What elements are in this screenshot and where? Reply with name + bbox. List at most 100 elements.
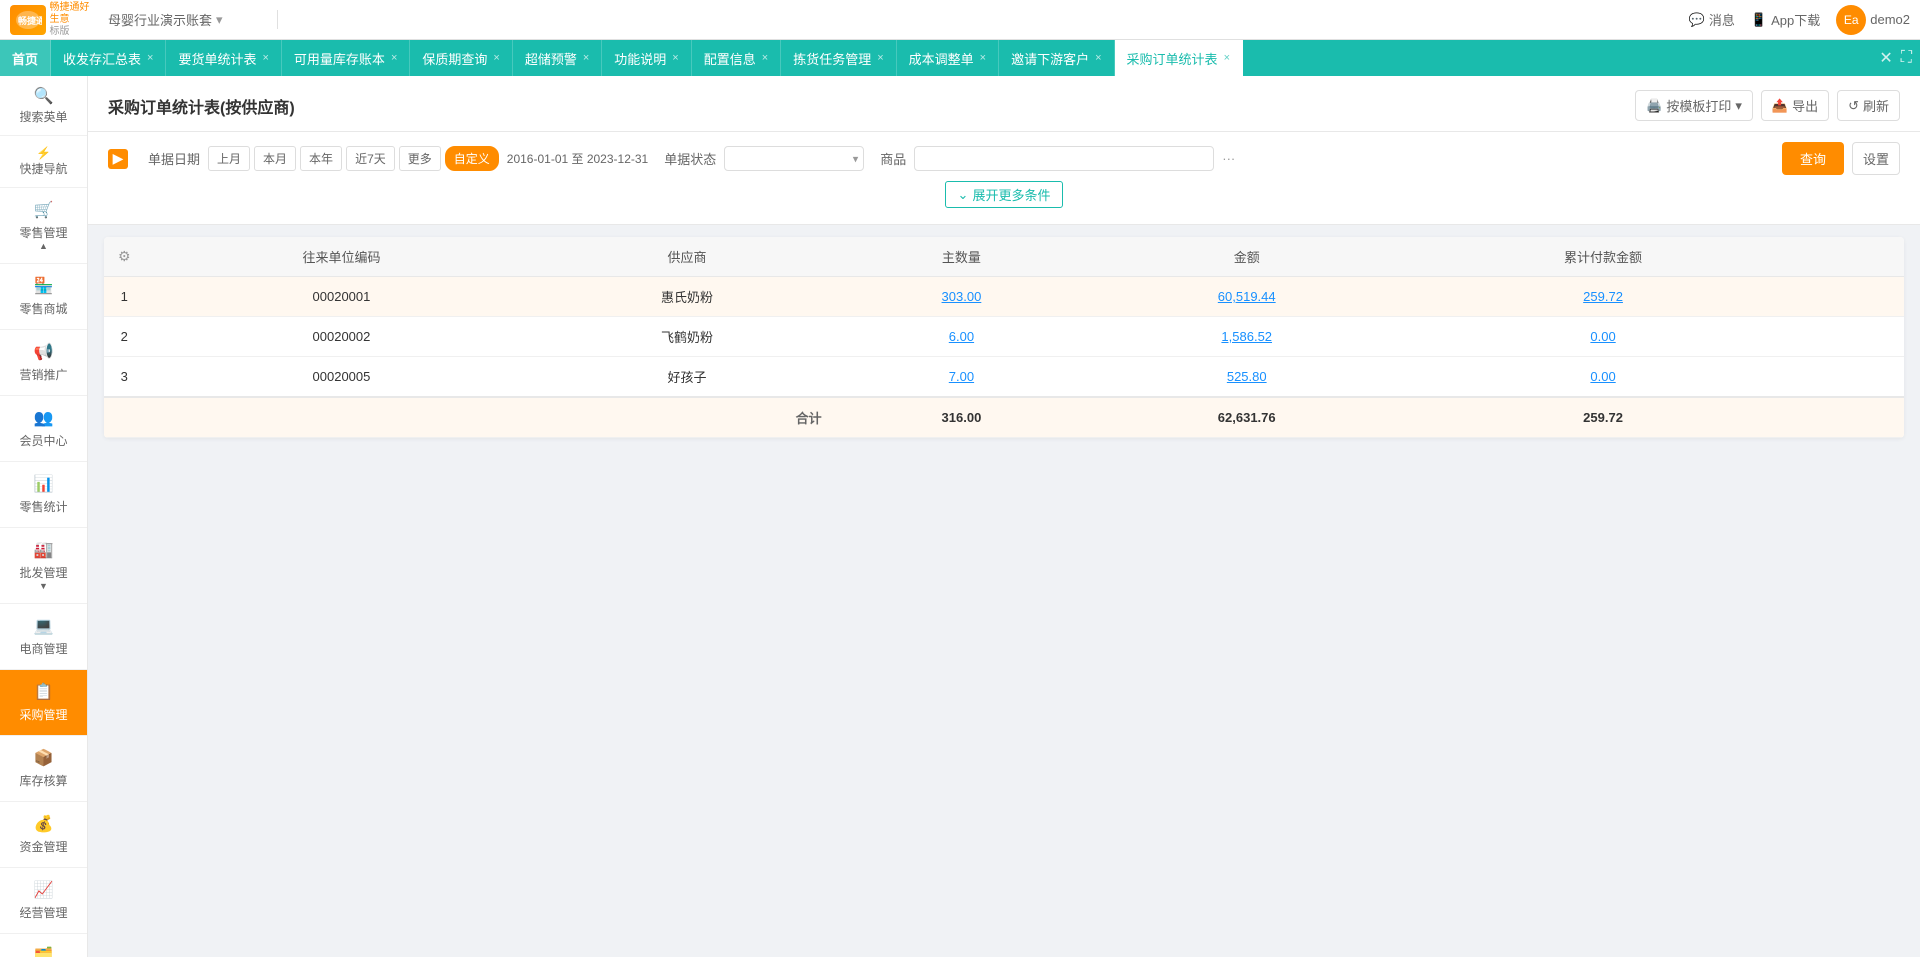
status-select[interactable] xyxy=(724,146,864,171)
cell-supplier: 飞鹤奶粉 xyxy=(538,317,835,357)
gear-icon[interactable]: ⚙ xyxy=(118,248,131,264)
tab-overstock[interactable]: 超储预警 × xyxy=(513,40,602,76)
data-table: ⚙ 往来单位编码 供应商 主数量 金额 累计付款金额 1 00020001 惠氏… xyxy=(104,237,1904,438)
tab-order-summary[interactable]: 要货单统计表 × xyxy=(166,40,281,76)
tab-home[interactable]: 首页 xyxy=(0,40,51,76)
collapse-toggle[interactable]: ▶ xyxy=(108,149,128,169)
sidebar-item-ecommerce[interactable]: 💻 电商管理 xyxy=(0,604,87,670)
avatar-text: Ea xyxy=(1844,13,1859,27)
sidebar-item-label: 电商管理 xyxy=(19,640,67,657)
tab-close-icon[interactable]: × xyxy=(262,52,268,64)
tab-freshness[interactable]: 保质期查询 × xyxy=(410,40,512,76)
goods-input[interactable] xyxy=(914,146,1214,171)
sidebar-item-operations[interactable]: 📈 经营管理 xyxy=(0,868,87,934)
sidebar-item-search[interactable]: 🔍 搜索英单 xyxy=(0,76,87,136)
export-icon: 📤 xyxy=(1772,98,1788,114)
expand-more-btn[interactable]: ⌄ 展开更多条件 xyxy=(945,181,1064,208)
status-label: 单据状态 xyxy=(664,149,716,168)
date-7days-btn[interactable]: 近7天 xyxy=(346,146,395,171)
maximize-tab-btn[interactable]: ⛶ xyxy=(1901,49,1912,67)
date-label: 单据日期 xyxy=(148,149,200,168)
date-this-year-btn[interactable]: 本年 xyxy=(300,146,342,171)
sidebar-item-member[interactable]: 👥 会员中心 xyxy=(0,396,87,462)
sidebar-item-quicknav[interactable]: ⚡ 快捷导航 xyxy=(0,136,87,188)
cell-index: 3 xyxy=(104,357,145,398)
export-button[interactable]: 📤 导出 xyxy=(1761,90,1829,121)
footer-gear-cell xyxy=(104,397,145,438)
date-more-btn[interactable]: 更多 xyxy=(399,146,441,171)
print-button[interactable]: 🖨️ 按模板打印 ▾ xyxy=(1635,90,1753,121)
sidebar-item-label: 采购管理 xyxy=(19,706,67,723)
sidebar-item-label: 营销推广 xyxy=(19,366,67,383)
sidebar-item-finance[interactable]: 💰 资金管理 xyxy=(0,802,87,868)
tab-close-icon[interactable]: × xyxy=(1095,52,1101,64)
sidebar-item-label: 批发管理 xyxy=(19,564,67,581)
tab-home-label: 首页 xyxy=(12,49,38,68)
cell-empty xyxy=(1800,277,1904,317)
filter-expand-row: ⌄ 展开更多条件 xyxy=(108,175,1900,214)
refresh-button[interactable]: ↺ 刷新 xyxy=(1837,90,1900,121)
filter-date-group: 单据日期 上月 本月 本年 近7天 更多 自定义 2016-01-01 至 20… xyxy=(148,146,648,171)
close-tab-btn[interactable]: ✕ xyxy=(1879,48,1892,68)
date-last-month-btn[interactable]: 上月 xyxy=(208,146,250,171)
sidebar-item-stock-account[interactable]: 📦 库存核算 xyxy=(0,736,87,802)
date-this-month-btn[interactable]: 本月 xyxy=(254,146,296,171)
user-btn[interactable]: Ea demo2 xyxy=(1836,5,1910,35)
tab-usable-stock[interactable]: 可用量库存账本 × xyxy=(282,40,410,76)
tab-close-icon[interactable]: × xyxy=(980,52,986,64)
sidebar-item-wholesale[interactable]: 🏭 批发管理 ▼ xyxy=(0,528,87,604)
sidebar-item-retail-mgmt[interactable]: 🛒 零售管理 ▲ xyxy=(0,188,87,264)
tab-label: 超储预警 xyxy=(525,49,577,68)
settings-button[interactable]: 设置 xyxy=(1852,142,1900,175)
th-amount: 金额 xyxy=(1087,237,1406,277)
sidebar-item-retail-shop[interactable]: 🏪 零售商城 xyxy=(0,264,87,330)
goods-more-icon[interactable]: ··· xyxy=(1222,151,1235,166)
tab-close-icon[interactable]: × xyxy=(391,52,397,64)
quicknav-label: 快捷导航 xyxy=(19,160,67,177)
workspace-selector[interactable]: 母婴行业演示账套 ▾ xyxy=(98,10,278,29)
tab-close-icon[interactable]: × xyxy=(583,52,589,64)
cell-code: 00020001 xyxy=(145,277,539,317)
tab-close-icon[interactable]: × xyxy=(877,52,883,64)
message-btn[interactable]: 💬 消息 xyxy=(1689,10,1735,29)
finance-icon: 💰 xyxy=(34,814,54,834)
th-supplier: 供应商 xyxy=(538,237,835,277)
table-row: 1 00020001 惠氏奶粉 303.00 60,519.44 259.72 xyxy=(104,277,1904,317)
tab-close-icon[interactable]: × xyxy=(762,52,768,64)
avatar: Ea xyxy=(1836,5,1866,35)
tab-close-icon[interactable]: × xyxy=(1224,52,1230,64)
tab-config-info[interactable]: 配置信息 × xyxy=(692,40,781,76)
retail-mgmt-icon: 🛒 xyxy=(34,200,54,220)
search-button[interactable]: 查询 xyxy=(1782,142,1844,175)
tab-close-icon[interactable]: × xyxy=(672,52,678,64)
th-paid: 累计付款金额 xyxy=(1406,237,1800,277)
tab-label: 要货单统计表 xyxy=(178,49,256,68)
tab-invite[interactable]: 邀请下游客户 × xyxy=(999,40,1114,76)
cell-index: 1 xyxy=(104,277,145,317)
filter-row-1: ▶ 单据日期 上月 本月 本年 近7天 更多 自定义 2016-01-01 至 … xyxy=(108,142,1900,175)
cell-code: 00020005 xyxy=(145,357,539,398)
page-title: 采购订单统计表(按供应商) xyxy=(108,94,295,118)
app-download-btn[interactable]: 📱 App下载 xyxy=(1751,10,1820,29)
tab-close-icon[interactable]: × xyxy=(493,52,499,64)
tab-receive-summary[interactable]: 收发存汇总表 × xyxy=(51,40,166,76)
sidebar-item-basic-info[interactable]: 🗂️ 基础信息 xyxy=(0,934,87,957)
cell-qty: 6.00 xyxy=(836,317,1088,357)
content-area: 采购订单统计表(按供应商) 🖨️ 按模板打印 ▾ 📤 导出 ↺ 刷新 xyxy=(88,76,1920,957)
tab-pick-task[interactable]: 拣货任务管理 × xyxy=(781,40,896,76)
status-select-wrapper xyxy=(724,146,864,171)
sidebar-item-retail-stats[interactable]: 📊 零售统计 xyxy=(0,462,87,528)
tab-purchase-summary[interactable]: 采购订单统计表 × xyxy=(1115,40,1243,76)
sidebar-item-purchase[interactable]: 📋 采购管理 xyxy=(0,670,87,736)
purchase-icon: 📋 xyxy=(34,682,54,702)
tab-function-desc[interactable]: 功能说明 × xyxy=(602,40,691,76)
app-icon: 📱 xyxy=(1751,12,1767,28)
tab-close-icon[interactable]: × xyxy=(147,52,153,64)
quicknav-icon: ⚡ xyxy=(36,146,51,160)
tab-label: 邀请下游客户 xyxy=(1011,49,1089,68)
top-right: 💬 消息 📱 App下载 Ea demo2 xyxy=(1689,5,1910,35)
tab-cost-adjust[interactable]: 成本调整单 × xyxy=(897,40,999,76)
sidebar-item-marketing[interactable]: 📢 营销推广 xyxy=(0,330,87,396)
table-row: 2 00020002 飞鹤奶粉 6.00 1,586.52 0.00 xyxy=(104,317,1904,357)
date-custom-btn[interactable]: 自定义 xyxy=(445,146,499,171)
